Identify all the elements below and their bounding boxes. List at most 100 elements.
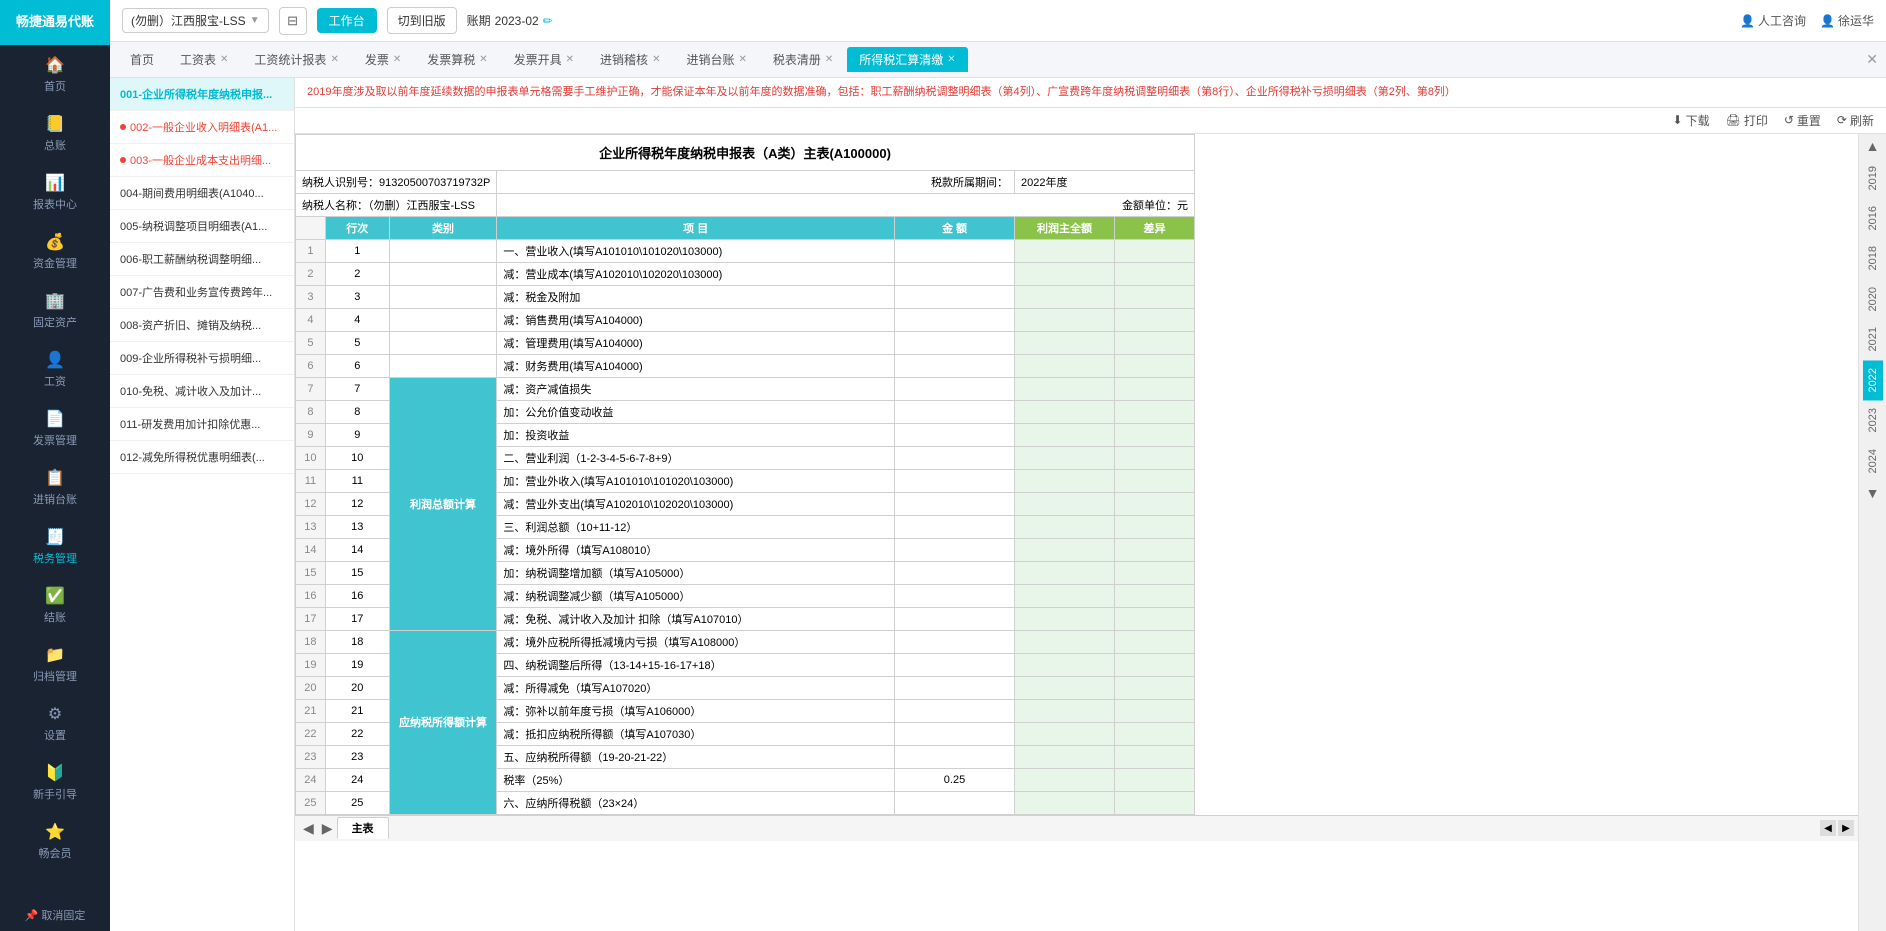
value-e-12[interactable] (1015, 492, 1115, 515)
tab-close-6[interactable]: ✕ (652, 54, 660, 65)
value-f-6[interactable] (1115, 354, 1195, 377)
sidebar-item-invoice[interactable]: 📄发票管理 (0, 399, 110, 458)
year-nav-item-2022[interactable]: 2022 (1863, 360, 1883, 400)
value-d-15[interactable] (895, 561, 1015, 584)
value-f-14[interactable] (1115, 538, 1195, 561)
value-d-5[interactable] (895, 331, 1015, 354)
value-d-6[interactable] (895, 354, 1015, 377)
sidebar-item-home[interactable]: 🏠首页 (0, 45, 110, 104)
sidebar-item-report[interactable]: 📊报表中心 (0, 163, 110, 222)
refresh-button[interactable]: ⟳ 刷新 (1837, 112, 1874, 129)
switch-button[interactable]: 切到旧版 (387, 7, 457, 34)
nav-tab-2[interactable]: 工资统计报表✕ (242, 47, 350, 72)
left-panel-item-008[interactable]: 008-资产折旧、摊销及纳税... (110, 309, 294, 342)
left-panel-item-002[interactable]: 002-一般企业收入明细表(A1... (110, 111, 294, 144)
sidebar-item-archive[interactable]: 📁归档管理 (0, 635, 110, 694)
value-e-1[interactable] (1015, 239, 1115, 262)
tab-close-9[interactable]: ✕ (947, 54, 955, 65)
value-e-15[interactable] (1015, 561, 1115, 584)
value-f-2[interactable] (1115, 262, 1195, 285)
value-d-17[interactable] (895, 607, 1015, 630)
year-nav-item-2019[interactable]: 2019 (1863, 158, 1883, 198)
value-e-6[interactable] (1015, 354, 1115, 377)
value-f-17[interactable] (1115, 607, 1195, 630)
value-d-23[interactable] (895, 745, 1015, 768)
nav-tab-6[interactable]: 进销稽核✕ (588, 47, 672, 72)
nav-tab-5[interactable]: 发票开具✕ (502, 47, 586, 72)
year-nav-item-2023[interactable]: 2023 (1863, 400, 1883, 440)
tab-close-5[interactable]: ✕ (566, 54, 574, 65)
left-panel-item-001[interactable]: 001-企业所得税年度纳税申报... (110, 78, 294, 111)
value-d-7[interactable] (895, 377, 1015, 400)
value-e-5[interactable] (1015, 331, 1115, 354)
sidebar-item-salary[interactable]: 👤工资 (0, 340, 110, 399)
tab-close-3[interactable]: ✕ (393, 54, 401, 65)
sidebar-item-guide[interactable]: 🔰新手引导 (0, 753, 110, 812)
tab-close-8[interactable]: ✕ (825, 54, 833, 65)
consult-button[interactable]: 👤 人工咨询 (1740, 12, 1806, 29)
value-d-13[interactable] (895, 515, 1015, 538)
value-f-1[interactable] (1115, 239, 1195, 262)
value-f-12[interactable] (1115, 492, 1195, 515)
main-sheet-tab[interactable]: 主表 (337, 817, 389, 839)
sidebar-item-settle[interactable]: ✅结账 (0, 576, 110, 635)
value-d-19[interactable] (895, 653, 1015, 676)
year-nav-collapse-btn[interactable]: ▼ (1862, 481, 1884, 505)
value-d-11[interactable] (895, 469, 1015, 492)
left-panel-item-011[interactable]: 011-研发费用加计扣除优惠... (110, 408, 294, 441)
user-info[interactable]: 👤 徐运华 (1820, 12, 1874, 29)
sidebar-item-ledger[interactable]: 📒总账 (0, 104, 110, 163)
value-e-21[interactable] (1015, 699, 1115, 722)
value-e-16[interactable] (1015, 584, 1115, 607)
sidebar-item-purchase[interactable]: 📋进销台账 (0, 458, 110, 517)
sidebar-item-settings[interactable]: ⚙设置 (0, 694, 110, 753)
workbench-button[interactable]: 工作台 (317, 8, 377, 33)
table-container[interactable]: 企业所得税年度纳税申报表（A类）主表(A100000)纳税人识别号：913205… (295, 134, 1858, 931)
nav-tab-0[interactable]: 首页 (118, 47, 166, 72)
value-e-23[interactable] (1015, 745, 1115, 768)
value-f-16[interactable] (1115, 584, 1195, 607)
value-f-9[interactable] (1115, 423, 1195, 446)
left-panel-item-004[interactable]: 004-期间费用明细表(A1040... (110, 177, 294, 210)
value-e-11[interactable] (1015, 469, 1115, 492)
left-panel-item-006[interactable]: 006-职工薪酬纳税调整明细... (110, 243, 294, 276)
value-d-8[interactable] (895, 400, 1015, 423)
sidebar-item-tax[interactable]: 🧾税务管理 (0, 517, 110, 576)
reset-button[interactable]: ↺ 重置 (1784, 112, 1821, 129)
scroll-left-btn[interactable]: ◀ (1820, 820, 1836, 836)
value-e-4[interactable] (1015, 308, 1115, 331)
value-d-21[interactable] (895, 699, 1015, 722)
year-nav-expand-btn[interactable]: ▲ (1862, 134, 1884, 158)
nav-tab-7[interactable]: 进销台账✕ (674, 47, 758, 72)
value-d-3[interactable] (895, 285, 1015, 308)
year-nav-item-2016[interactable]: 2016 (1863, 198, 1883, 238)
value-f-10[interactable] (1115, 446, 1195, 469)
year-nav-item-2024[interactable]: 2024 (1863, 441, 1883, 481)
value-e-3[interactable] (1015, 285, 1115, 308)
left-panel-item-012[interactable]: 012-减免所得税优惠明细表(... (110, 441, 294, 474)
value-e-8[interactable] (1015, 400, 1115, 423)
value-d-12[interactable] (895, 492, 1015, 515)
scroll-right-btn[interactable]: ▶ (1838, 820, 1854, 836)
value-d-9[interactable] (895, 423, 1015, 446)
value-d-18[interactable] (895, 630, 1015, 653)
value-f-8[interactable] (1115, 400, 1195, 423)
year-nav-item-2018[interactable]: 2018 (1863, 238, 1883, 278)
year-nav-item-2020[interactable]: 2020 (1863, 279, 1883, 319)
tab-close-1[interactable]: ✕ (220, 54, 228, 65)
value-e-13[interactable] (1015, 515, 1115, 538)
value-e-2[interactable] (1015, 262, 1115, 285)
value-d-2[interactable] (895, 262, 1015, 285)
nav-tab-1[interactable]: 工资表✕ (168, 47, 240, 72)
value-e-24[interactable] (1015, 768, 1115, 791)
value-e-17[interactable] (1015, 607, 1115, 630)
value-d-24[interactable]: 0.25 (895, 768, 1015, 791)
value-f-18[interactable] (1115, 630, 1195, 653)
company-selector[interactable]: (勿删）江西服宝-LSS ▼ (122, 8, 269, 33)
year-nav-item-2021[interactable]: 2021 (1863, 319, 1883, 359)
value-f-21[interactable] (1115, 699, 1195, 722)
print-button[interactable]: 🖨 打印 (1726, 112, 1768, 129)
close-all-tabs-button[interactable]: ✕ (1866, 51, 1878, 68)
print-icon-btn[interactable]: ⊟ (279, 7, 307, 35)
tab-close-2[interactable]: ✕ (330, 54, 338, 65)
